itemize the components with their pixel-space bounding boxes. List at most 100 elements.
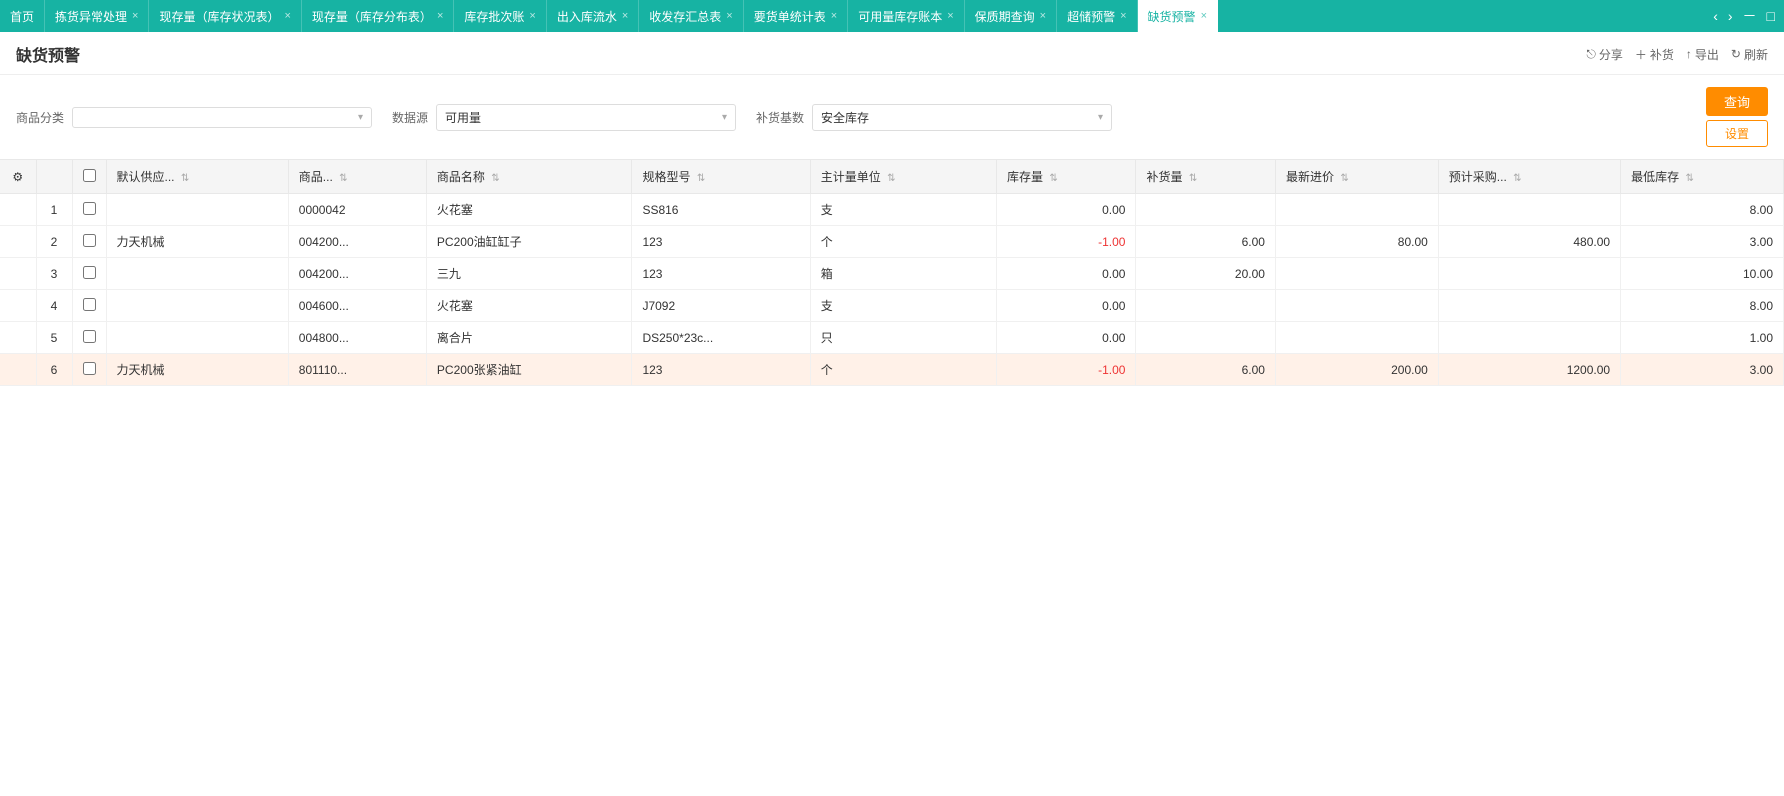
tab-label: 库存批次账 [464,8,524,25]
tab-close-icon[interactable]: × [529,10,535,22]
datasource-label: 数据源 [392,109,428,126]
row-stock: -1.00 [996,226,1136,258]
th-spec[interactable]: 规格型号 ⇅ [632,160,810,194]
row-latest-price [1275,258,1438,290]
tab-close-icon[interactable]: × [726,10,732,22]
row-min-stock: 3.00 [1621,354,1784,386]
th-product-name[interactable]: 商品名称 ⇅ [426,160,632,194]
th-settings[interactable]: ⚙ [0,160,36,194]
row-no: 6 [36,354,72,386]
refresh-action[interactable]: ↻ 刷新 [1731,46,1768,63]
row-spec: 123 [632,354,810,386]
tab-recv-summary[interactable]: 收发存汇总表 × [639,0,743,32]
tab-available-ledger[interactable]: 可用量库存账本× [848,0,964,32]
row-min-stock: 3.00 [1621,226,1784,258]
row-unit: 箱 [810,258,996,290]
row-supplier: 力天机械 [106,354,288,386]
supplier-sort-icon: ⇅ [181,173,189,184]
tab-inventory-status[interactable]: 现存量（库存状况表）× [149,0,301,32]
tab-close-icon[interactable]: × [622,10,628,22]
tab-inventory-dist[interactable]: 现存量（库存分布表）× [302,0,454,32]
tab-overstock[interactable]: 超储预警× [1057,0,1137,32]
row-checkbox[interactable] [83,266,96,279]
row-no: 4 [36,290,72,322]
tab-label: 收发存汇总表 [649,8,721,25]
table-row: 3 004200... 三九 123 箱 0.00 20.00 10.00 [0,258,1784,290]
est-purchase-sort-icon: ⇅ [1513,173,1521,184]
column-settings-icon[interactable]: ⚙ [12,170,23,184]
row-latest-price: 80.00 [1275,226,1438,258]
tab-shortage[interactable]: 缺货预警 × [1138,0,1218,32]
tab-close-icon[interactable]: × [947,10,953,22]
row-checkbox[interactable] [83,234,96,247]
table-row: 1 0000042 火花塞 SS816 支 0.00 8.00 [0,194,1784,226]
category-label: 商品分类 [16,109,64,126]
tab-exception[interactable]: 拣货异常处理 × [45,0,149,32]
datasource-select[interactable]: 可用量 ▾ [436,104,736,131]
tab-label: 缺货预警 [1148,8,1196,25]
tab-label: 拣货异常处理 [55,8,127,25]
main-content: 缺货预警 ⎋ 分享 ＋ 补货 ↑ 导出 ↻ 刷新 商品分类 [0,32,1784,796]
th-supplier[interactable]: 默认供应... ⇅ [106,160,288,194]
row-product-code: 004800... [288,322,426,354]
row-checkbox[interactable] [83,362,96,375]
table-row: 2 力天机械 004200... PC200油缸缸子 123 个 -1.00 6… [0,226,1784,258]
tab-close-icon[interactable]: × [1040,10,1046,22]
table-container: ⚙ 默认供应... ⇅ 商品... ⇅ 商品名称 [0,159,1784,386]
tab-close-icon[interactable]: × [831,10,837,22]
replenish-base-select[interactable]: 安全库存 ▾ [812,104,1112,131]
th-unit[interactable]: 主计量单位 ⇅ [810,160,996,194]
replenish-action[interactable]: ＋ 补货 [1635,46,1674,63]
row-checkbox[interactable] [83,202,96,215]
unit-sort-icon: ⇅ [887,173,895,184]
tab-batch-account[interactable]: 库存批次账 × [454,0,546,32]
share-action[interactable]: ⎋ 分享 [1586,46,1623,63]
row-checkbox[interactable] [83,330,96,343]
query-button[interactable]: 查询 [1706,87,1768,116]
row-supplier [106,194,288,226]
export-action[interactable]: ↑ 导出 [1686,46,1719,63]
th-checkbox[interactable] [72,160,106,194]
th-est-purchase[interactable]: 预计采购... ⇅ [1438,160,1620,194]
th-latest-price-label: 最新进价 [1286,170,1334,184]
tab-home[interactable]: 首页 [0,0,45,32]
row-latest-price: 200.00 [1275,354,1438,386]
th-replenish-qty[interactable]: 补货量 ⇅ [1136,160,1276,194]
datasource-filter-group: 数据源 可用量 ▾ [392,104,736,131]
tab-order-stats[interactable]: 要货单统计表× [744,0,848,32]
tab-in-out-flow[interactable]: 出入库流水× [547,0,639,32]
th-stock[interactable]: 库存量 ⇅ [996,160,1136,194]
row-checkbox[interactable] [83,298,96,311]
replenish-icon: ＋ [1635,46,1647,63]
select-all-checkbox[interactable] [83,169,96,182]
tab-close-icon[interactable]: × [284,10,290,22]
tab-close-icon[interactable]: × [1201,10,1207,22]
latest-price-sort-icon: ⇅ [1340,173,1348,184]
category-select[interactable]: ▾ [72,107,372,128]
row-checkbox-cell[interactable] [72,226,106,258]
table-row: 5 004800... 离合片 DS250*23c... 只 0.00 1.00 [0,322,1784,354]
tab-close-icon[interactable]: × [437,10,443,22]
tab-expiry-query[interactable]: 保质期查询× [965,0,1057,32]
tab-close-icon[interactable]: × [132,10,138,22]
th-latest-price[interactable]: 最新进价 ⇅ [1275,160,1438,194]
tab-minimize-button[interactable]: － [1738,4,1762,28]
tab-next-button[interactable]: › [1723,6,1738,26]
tab-close-icon[interactable]: × [1120,10,1126,22]
row-product-code: 0000042 [288,194,426,226]
row-supplier [106,290,288,322]
th-product-name-label: 商品名称 [437,170,485,184]
row-checkbox-cell[interactable] [72,322,106,354]
row-stock: 0.00 [996,258,1136,290]
th-product-code[interactable]: 商品... ⇅ [288,160,426,194]
row-checkbox-cell[interactable] [72,354,106,386]
th-min-stock[interactable]: 最低库存 ⇅ [1621,160,1784,194]
tab-maximize-button[interactable]: □ [1762,6,1780,26]
table-row: 6 力天机械 801110... PC200张紧油缸 123 个 -1.00 6… [0,354,1784,386]
tab-prev-button[interactable]: ‹ [1708,6,1723,26]
row-no: 3 [36,258,72,290]
row-checkbox-cell[interactable] [72,258,106,290]
row-checkbox-cell[interactable] [72,194,106,226]
row-checkbox-cell[interactable] [72,290,106,322]
settings-button[interactable]: 设置 [1706,120,1768,147]
